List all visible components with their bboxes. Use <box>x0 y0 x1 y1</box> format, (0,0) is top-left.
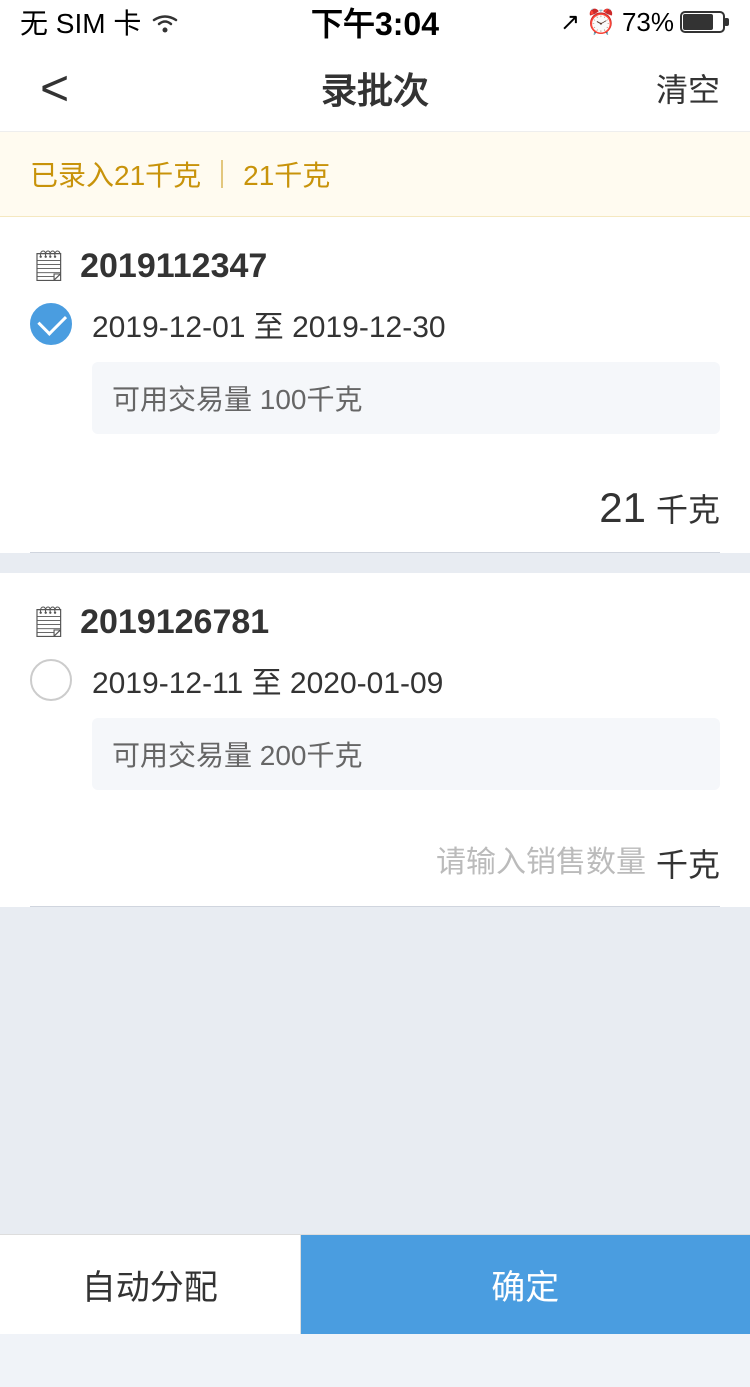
amount-row-1: 21 千克 <box>0 464 750 552</box>
batch-card-1: 🗒 2019112347 2019-12-01 至 2019-12-30 可用交… <box>0 217 750 553</box>
wifi-icon <box>149 11 181 33</box>
batch-doc-icon-1: 🗒 <box>30 249 68 284</box>
batch-card-2: 🗒 2019126781 2019-12-11 至 2020-01-09 可用交… <box>0 573 750 907</box>
batch-header-2: 🗒 2019126781 <box>30 603 720 642</box>
recorded-label: 已录入21千克 <box>30 154 201 194</box>
bottom-bar: 自动分配 确定 <box>0 1234 750 1334</box>
confirm-button[interactable]: 确定 <box>301 1235 750 1334</box>
clear-button[interactable]: 清空 <box>656 65 720 111</box>
status-left: 无 SIM 卡 <box>20 2 181 42</box>
batch-date-2: 2019-12-11 至 2020-01-09 <box>92 658 443 702</box>
section-separator-1 <box>0 553 750 573</box>
amount-value-1: 21 <box>599 484 646 532</box>
batch-avail-1: 可用交易量 100千克 <box>92 362 720 434</box>
alarm-icon: ⏰ <box>586 8 616 37</box>
status-time: 下午3:04 <box>311 0 439 45</box>
batch-date-1: 2019-12-01 至 2019-12-30 <box>92 302 446 346</box>
recorded-value: 21千克 <box>243 154 330 194</box>
batch-id-1: 2019112347 <box>80 247 267 286</box>
batch-id-2: 2019126781 <box>80 603 269 642</box>
carrier-label: 无 SIM 卡 <box>20 2 141 42</box>
nav-bar: < 录批次 清空 <box>0 44 750 132</box>
qty-unit-2: 千克 <box>656 840 720 886</box>
input-row-2: 千克 <box>0 820 750 906</box>
status-bar: 无 SIM 卡 下午3:04 ↗ ⏰ 73% <box>0 0 750 44</box>
batch-doc-icon-2: 🗒 <box>30 605 68 640</box>
gray-area <box>0 907 750 1287</box>
amount-unit-1: 千克 <box>656 485 720 531</box>
batch-item-1: 🗒 2019112347 2019-12-01 至 2019-12-30 可用交… <box>0 217 750 464</box>
back-button[interactable]: < <box>30 53 79 123</box>
batch-avail-2: 可用交易量 200千克 <box>92 718 720 790</box>
battery-icon <box>680 9 730 35</box>
radio-button-2[interactable] <box>30 659 72 701</box>
radio-button-1[interactable] <box>30 303 72 345</box>
banner-divider <box>221 160 223 188</box>
batch-date-row-2: 2019-12-11 至 2020-01-09 <box>30 658 720 702</box>
battery-label: 73% <box>622 7 674 38</box>
batch-header-1: 🗒 2019112347 <box>30 247 720 286</box>
batch-date-row-1: 2019-12-01 至 2019-12-30 <box>30 302 720 346</box>
page-title: 录批次 <box>321 62 429 114</box>
batch-item-2: 🗒 2019126781 2019-12-11 至 2020-01-09 可用交… <box>0 573 750 820</box>
auto-distribute-button[interactable]: 自动分配 <box>0 1235 301 1334</box>
location-icon: ↗ <box>560 8 580 37</box>
content-scroll: 已录入21千克 21千克 🗒 2019112347 2019-12-01 至 2… <box>0 132 750 1387</box>
qty-input-2[interactable] <box>346 846 646 880</box>
status-right: ↗ ⏰ 73% <box>560 7 730 38</box>
info-banner: 已录入21千克 21千克 <box>0 132 750 217</box>
